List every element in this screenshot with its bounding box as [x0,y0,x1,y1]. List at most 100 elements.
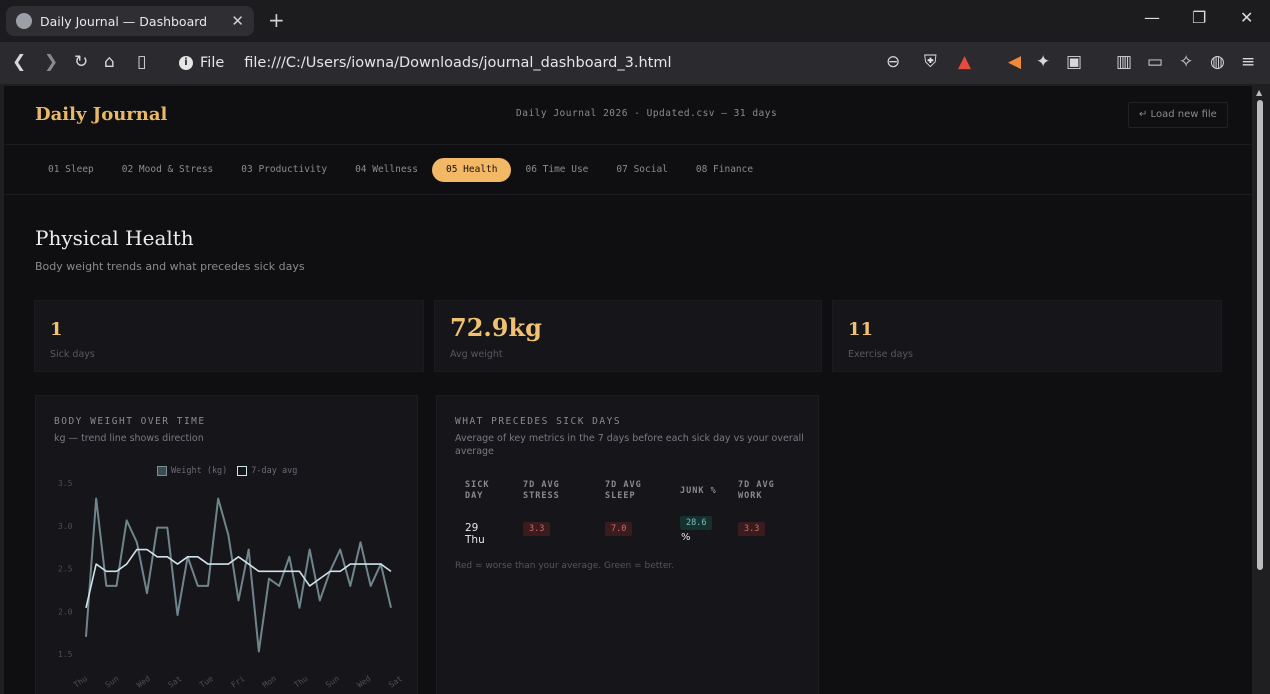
scrollbar[interactable]: ▲ [1254,86,1266,694]
weight-chart-card: BODY WEIGHT OVER TIME kg — trend line sh… [35,395,418,694]
menu-icon[interactable]: ≡ [1241,52,1255,72]
info-icon[interactable]: i [179,56,193,70]
new-tab-icon[interactable]: + [268,8,285,32]
x-tick-label: Tue [198,674,215,690]
x-tick-label: Thu [72,674,89,690]
card-title: WHAT PRECEDES SICK DAYS [455,416,622,427]
close-window-icon[interactable]: ✕ [1240,8,1253,27]
tab-productivity[interactable]: 03 Productivity [227,158,341,182]
brave-shield-icon[interactable]: ⛨ [924,52,937,72]
divider [4,144,1252,145]
globe-icon [16,13,32,29]
sidebar-icon[interactable]: ▥ [1116,52,1132,72]
bookmark-icon[interactable]: ▯ [137,52,146,72]
scroll-up-icon[interactable]: ▲ [1256,88,1262,97]
tab-sleep[interactable]: 01 Sleep [34,158,108,182]
brand-title: Daily Journal [35,104,168,125]
tab-mood-stress[interactable]: 02 Mood & Stress [108,158,228,182]
table-cell-junk: 28.6 [680,516,713,530]
column-header: JUNK % [680,486,717,496]
x-tick-label: Sat [166,674,183,690]
column-header: 7D AVG WORK [738,480,775,501]
page-viewport: Daily Journal Daily Journal 2026 - Updat… [4,86,1252,694]
legend-swatch-avg [237,466,248,476]
divider [4,194,1252,195]
file-info: Daily Journal 2026 - Updated.csv — 31 da… [516,108,778,119]
card-subtitle: kg — trend line shows direction [54,433,204,444]
kpi-value: 11 [848,319,874,340]
card-title: BODY WEIGHT OVER TIME [54,416,206,427]
vpn-icon[interactable]: ◍ [1210,52,1225,72]
minimize-icon[interactable]: — [1144,8,1160,27]
column-header: SICK DAY [465,480,490,501]
y-tick-label: 3.5 [58,479,73,488]
address-bar[interactable]: i File file:///C:/Users/iowna/Downloads/… [168,47,990,79]
legend-swatch-weight [157,466,167,476]
forward-icon[interactable]: ❯ [44,52,58,72]
tab-health[interactable]: 05 Health [432,158,512,182]
kpi-value: 72.9kg [450,313,542,342]
x-tick-label: Sun [103,674,120,690]
kpi-value: 1 [50,319,63,340]
browser-tab[interactable]: Daily Journal — Dashboard ✕ [6,6,254,36]
weight-series-line [85,497,392,653]
y-tick-label: 2.5 [58,565,73,574]
reader-icon[interactable]: ▣ [1066,52,1082,72]
leo-ai-icon[interactable]: ✧ [1179,52,1193,72]
tab-social[interactable]: 07 Social [602,158,681,182]
tab-wellness[interactable]: 04 Wellness [341,158,432,182]
column-header: 7D AVG SLEEP [605,480,642,501]
legend-label-avg: 7-day avg [251,466,298,476]
table-cell-work: 3.3 [738,522,766,536]
page-subtitle: Body weight trends and what precedes sic… [35,260,305,273]
table-cell-stress: 3.3 [523,522,551,536]
tab-time-use[interactable]: 06 Time Use [511,158,602,182]
zoom-icon[interactable]: ⊖ [886,52,900,72]
brave-rewards-icon[interactable]: ▲ [958,52,971,72]
home-icon[interactable]: ⌂ [104,52,115,72]
x-tick-label: Wed [135,674,152,690]
tab-finance[interactable]: 08 Finance [682,158,767,182]
kpi-sick-days: 1 Sick days [34,300,424,372]
kpi-avg-weight: 72.9kg Avg weight [434,300,822,372]
kpi-label: Sick days [50,349,95,360]
table-cell-day: 29 Thu [465,522,485,546]
scrollbar-thumb[interactable] [1257,100,1263,570]
wallet-icon[interactable]: ▭ [1147,52,1163,72]
legend-label-weight: Weight (kg) [171,466,228,476]
extensions-icon[interactable]: ✦ [1036,52,1050,72]
x-tick-label: Thu [292,674,309,690]
x-tick-label: Mon [261,674,278,690]
chart-legend: Weight (kg) 7-day avg [157,466,297,476]
x-tick-label: Wed [355,674,372,690]
table-cell-sleep: 7.0 [605,522,633,536]
url-text[interactable]: file:///C:/Users/iowna/Downloads/journal… [244,55,990,71]
column-header: 7D AVG STRESS [523,480,560,501]
x-tick-label: Sat [387,674,404,690]
url-scheme-label: File [200,55,225,71]
browser-toolbar: ❮ ❯ ↻ ⌂ ▯ i File file:///C:/Users/iowna/… [0,42,1270,84]
browser-tab-bar: Daily Journal — Dashboard ✕ + — ❐ ✕ [0,0,1270,42]
x-tick-label: Fri [229,674,246,690]
weight-line-chart: 3.5 3.0 2.5 2.0 1.5 Thu Sun Wed Sat Tue Fri Mon Thu S… [58,479,404,690]
reload-icon[interactable]: ↻ [74,52,88,72]
legend-note: Red = worse than your average. Green = b… [455,561,675,571]
y-tick-label: 2.0 [58,607,73,616]
page-title: Physical Health [35,226,194,250]
speaker-icon[interactable]: ◀ [1008,52,1021,72]
card-subtitle: Average of key metrics in the 7 days bef… [455,433,804,457]
restore-icon[interactable]: ❐ [1192,8,1206,27]
table-cell-junk-unit: % [681,532,691,543]
y-tick-label: 1.5 [58,650,73,659]
tab-title: Daily Journal — Dashboard [40,13,208,29]
load-new-file-button[interactable]: ↵ Load new file [1128,102,1228,128]
kpi-label: Avg weight [450,349,503,360]
back-icon[interactable]: ❮ [12,52,26,72]
x-tick-label: Sun [324,674,341,690]
sick-days-card: WHAT PRECEDES SICK DAYS Average of key m… [436,395,819,694]
section-nav: 01 Sleep 02 Mood & Stress 03 Productivit… [34,158,767,182]
y-tick-label: 3.0 [58,522,73,531]
close-tab-icon[interactable]: ✕ [231,12,244,30]
kpi-label: Exercise days [848,349,913,360]
kpi-exercise-days: 11 Exercise days [832,300,1222,372]
